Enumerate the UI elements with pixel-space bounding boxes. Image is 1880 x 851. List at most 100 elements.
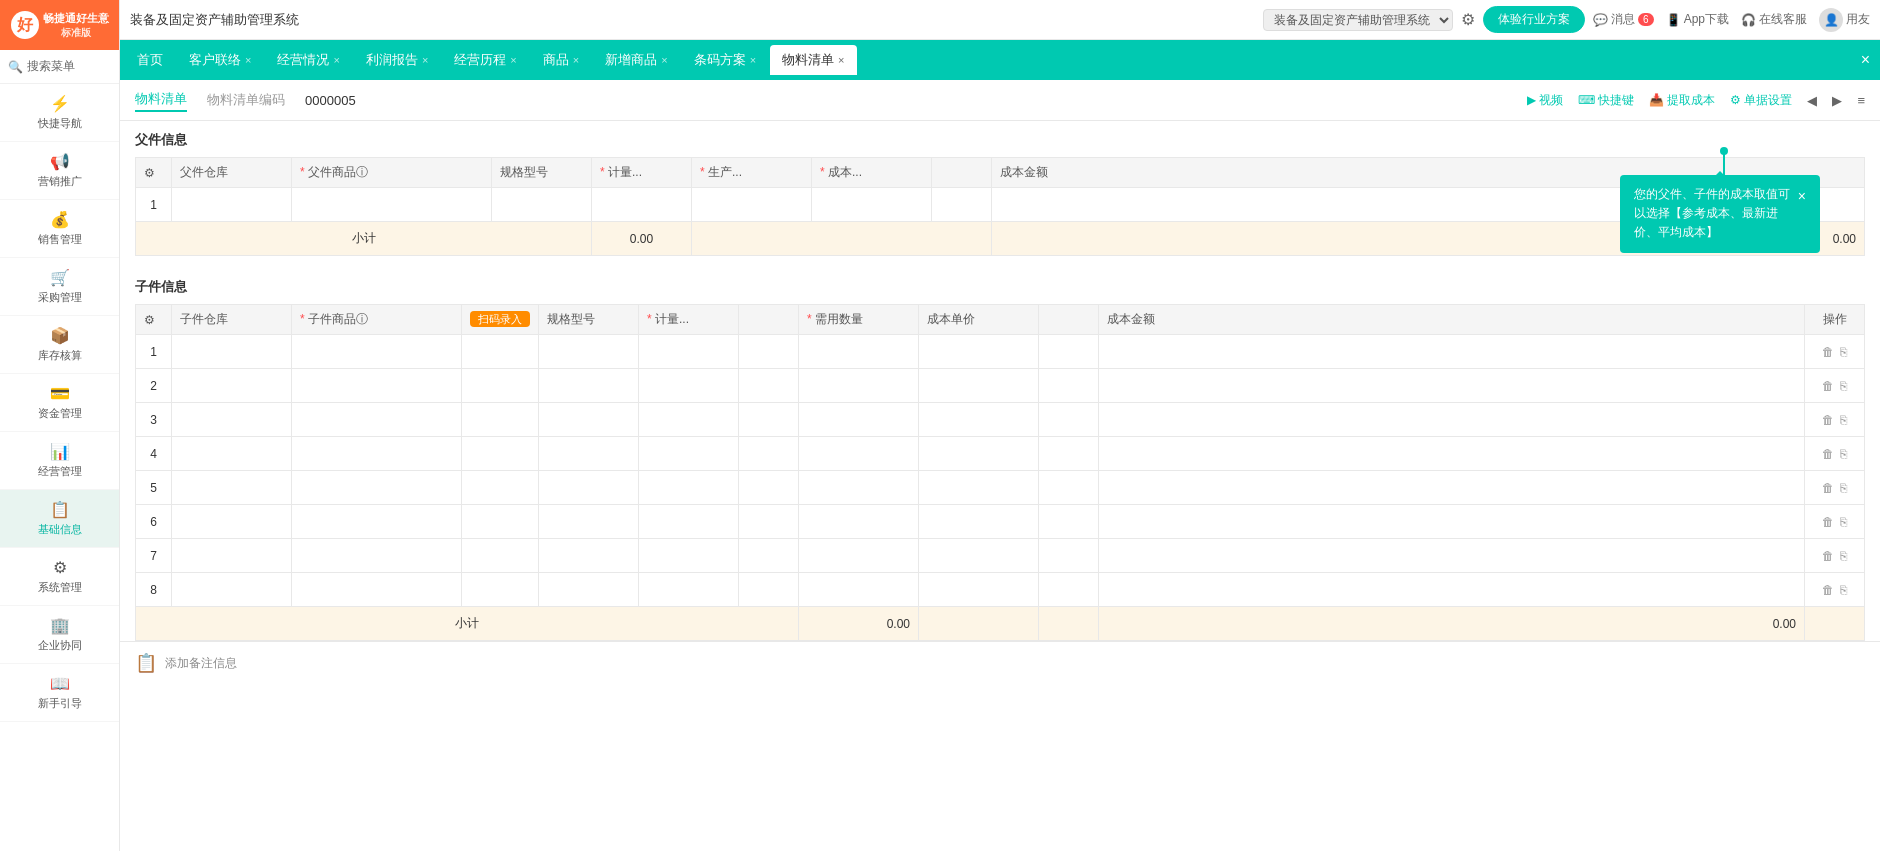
delete-icon[interactable]: 🗑 <box>1822 481 1834 495</box>
nav-prev-icon[interactable]: ◀ <box>1807 93 1817 108</box>
child-product-cell[interactable] <box>292 505 462 539</box>
tab-home[interactable]: 首页 <box>125 45 175 75</box>
delete-icon[interactable]: 🗑 <box>1822 515 1834 529</box>
online-service-item[interactable]: 🎧 在线客服 <box>1741 11 1807 28</box>
tab-close-icon[interactable]: × <box>661 54 667 66</box>
child-product-cell[interactable] <box>292 539 462 573</box>
child-unit-cost-cell[interactable] <box>919 505 1039 539</box>
copy-icon[interactable]: ⎘ <box>1840 549 1847 563</box>
user-item[interactable]: 👤 用友 <box>1819 8 1870 32</box>
close-all-tabs[interactable]: × <box>1856 51 1875 69</box>
child-product-cell[interactable] <box>292 573 462 607</box>
child-warehouse-cell[interactable] <box>172 539 292 573</box>
child-product-cell[interactable] <box>292 369 462 403</box>
tab-barcode[interactable]: 条码方案 × <box>682 45 768 75</box>
tab-operations[interactable]: 经营情况 × <box>265 45 351 75</box>
child-unit-cost-cell[interactable] <box>919 369 1039 403</box>
copy-icon[interactable]: ⎘ <box>1840 379 1847 393</box>
settings-icon[interactable]: ⚙ <box>1461 10 1475 29</box>
sidebar-item-inventory[interactable]: 📦 库存核算 <box>0 316 119 374</box>
tab-bom[interactable]: 物料清单 × <box>770 45 856 75</box>
child-quantity-cell[interactable] <box>799 539 919 573</box>
grid-view-icon[interactable]: ≡ <box>1857 93 1865 108</box>
child-spec-cell[interactable] <box>539 335 639 369</box>
child-unit-cost-cell[interactable] <box>919 471 1039 505</box>
child-spec-cell[interactable] <box>539 539 639 573</box>
trial-button[interactable]: 体验行业方案 <box>1483 6 1585 33</box>
child-quantity-cell[interactable] <box>799 505 919 539</box>
child-spec-cell[interactable] <box>539 437 639 471</box>
parent-warehouse-cell[interactable] <box>172 188 292 222</box>
child-spec-cell[interactable] <box>539 505 639 539</box>
delete-icon[interactable]: 🗑 <box>1822 583 1834 597</box>
parent-product-cell[interactable] <box>292 188 492 222</box>
parent-spec-cell[interactable] <box>492 188 592 222</box>
delete-icon[interactable]: 🗑 <box>1822 345 1834 359</box>
system-select[interactable]: 装备及固定资产辅助管理系统 <box>1263 9 1453 31</box>
tab-close-icon[interactable]: × <box>422 54 428 66</box>
child-unit-cell[interactable] <box>639 403 739 437</box>
copy-icon[interactable]: ⎘ <box>1840 345 1847 359</box>
child-unit-cost-cell[interactable] <box>919 437 1039 471</box>
sidebar-item-operations[interactable]: 📊 经营管理 <box>0 432 119 490</box>
child-warehouse-cell[interactable] <box>172 471 292 505</box>
delete-icon[interactable]: 🗑 <box>1822 447 1834 461</box>
tab-product[interactable]: 商品 × <box>531 45 591 75</box>
footer-text[interactable]: 添加备注信息 <box>165 655 237 672</box>
sidebar-item-purchase[interactable]: 🛒 采购管理 <box>0 258 119 316</box>
child-product-cell[interactable] <box>292 471 462 505</box>
child-unit-cost-cell[interactable] <box>919 539 1039 573</box>
search-menu[interactable]: 🔍 搜索菜单 <box>0 50 119 84</box>
tab-close-icon[interactable]: × <box>333 54 339 66</box>
nav-next-icon[interactable]: ▶ <box>1832 93 1842 108</box>
child-quantity-cell[interactable] <box>799 573 919 607</box>
delete-icon[interactable]: 🗑 <box>1822 379 1834 393</box>
copy-icon[interactable]: ⎘ <box>1840 481 1847 495</box>
child-spec-cell[interactable] <box>539 471 639 505</box>
copy-icon[interactable]: ⎘ <box>1840 447 1847 461</box>
tab-customer[interactable]: 客户联络 × <box>177 45 263 75</box>
child-product-cell[interactable] <box>292 437 462 471</box>
child-unit-cell[interactable] <box>639 437 739 471</box>
child-product-cell[interactable] <box>292 403 462 437</box>
child-unit-cost-cell[interactable] <box>919 403 1039 437</box>
child-warehouse-cell[interactable] <box>172 505 292 539</box>
child-warehouse-cell[interactable] <box>172 335 292 369</box>
parent-production-cell[interactable] <box>692 188 812 222</box>
child-warehouse-cell[interactable] <box>172 369 292 403</box>
copy-icon[interactable]: ⎘ <box>1840 413 1847 427</box>
child-quantity-cell[interactable] <box>799 437 919 471</box>
child-unit-cell[interactable] <box>639 539 739 573</box>
sidebar-item-basic-info[interactable]: 📋 基础信息 <box>0 490 119 548</box>
tab-close-icon[interactable]: × <box>573 54 579 66</box>
tab-close-icon[interactable]: × <box>510 54 516 66</box>
parent-cost-cell[interactable] <box>812 188 932 222</box>
child-unit-cell[interactable] <box>639 471 739 505</box>
child-unit-cell[interactable] <box>639 369 739 403</box>
delete-icon[interactable]: 🗑 <box>1822 413 1834 427</box>
child-quantity-cell[interactable] <box>799 471 919 505</box>
parent-unit-cell[interactable] <box>592 188 692 222</box>
child-quantity-cell[interactable] <box>799 403 919 437</box>
single-settings-btn[interactable]: ⚙ 单据设置 <box>1730 92 1792 109</box>
tab-close-icon[interactable]: × <box>750 54 756 66</box>
child-unit-cost-cell[interactable] <box>919 335 1039 369</box>
child-warehouse-cell[interactable] <box>172 437 292 471</box>
sidebar-item-sales[interactable]: 💰 销售管理 <box>0 200 119 258</box>
sidebar-item-system[interactable]: ⚙ 系统管理 <box>0 548 119 606</box>
tooltip-close-btn[interactable]: × <box>1798 185 1806 207</box>
tab-history[interactable]: 经营历程 × <box>442 45 528 75</box>
child-warehouse-cell[interactable] <box>172 573 292 607</box>
message-icon-item[interactable]: 💬 消息 6 <box>1593 11 1654 28</box>
child-spec-cell[interactable] <box>539 403 639 437</box>
tab-profit[interactable]: 利润报告 × <box>354 45 440 75</box>
tab-close-icon[interactable]: × <box>838 54 844 66</box>
child-spec-cell[interactable] <box>539 369 639 403</box>
tab-new-product[interactable]: 新增商品 × <box>593 45 679 75</box>
child-unit-cell[interactable] <box>639 505 739 539</box>
sidebar-item-finance[interactable]: 💳 资金管理 <box>0 374 119 432</box>
scan-btn[interactable]: 扫码录入 <box>470 311 530 327</box>
child-quantity-cell[interactable] <box>799 369 919 403</box>
sidebar-item-enterprise[interactable]: 🏢 企业协同 <box>0 606 119 664</box>
child-unit-cost-cell[interactable] <box>919 573 1039 607</box>
